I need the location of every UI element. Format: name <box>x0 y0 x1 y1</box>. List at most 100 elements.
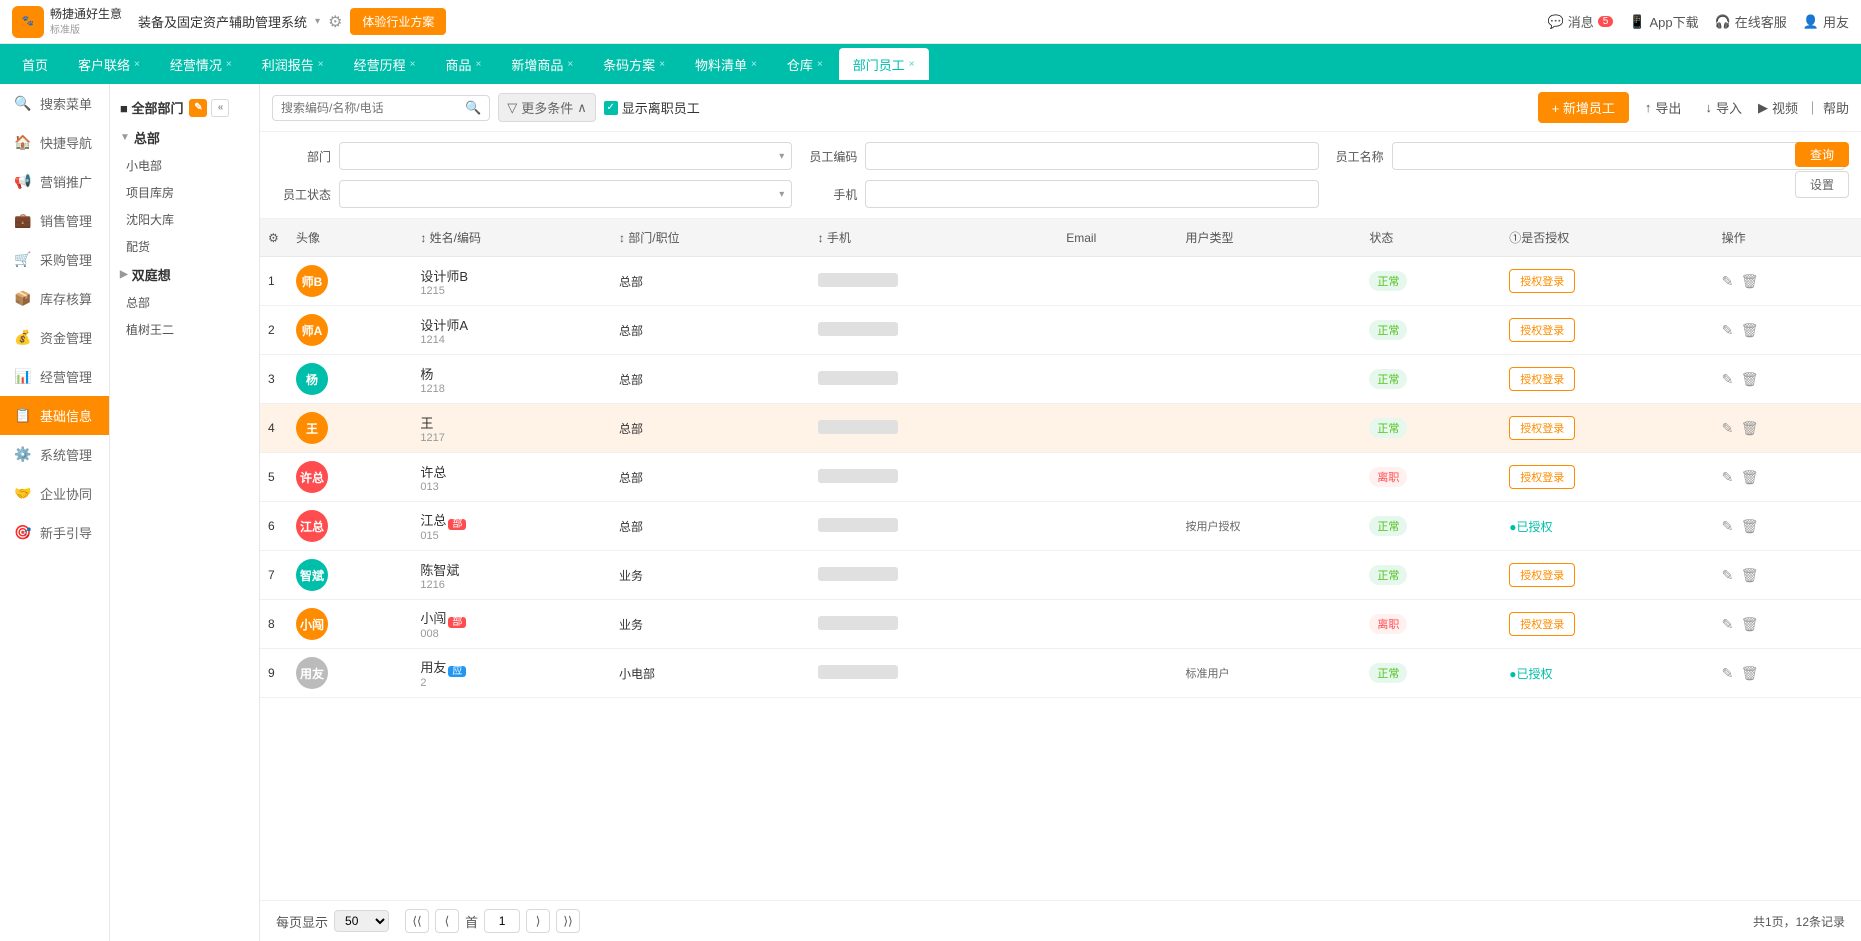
nav-tab-部门员工[interactable]: 部门员工 × <box>839 48 929 80</box>
search-input[interactable] <box>281 101 461 115</box>
dept-item-xiangmukufang[interactable]: 项目库房 <box>110 179 259 206</box>
code-input[interactable] <box>865 142 1318 170</box>
th-phone[interactable]: ↕ 手机 <box>810 219 1059 257</box>
auth-btn[interactable]: 授权登录 <box>1509 563 1575 587</box>
edit-icon[interactable]: ✎ <box>1722 567 1734 583</box>
auth-btn[interactable]: 授权登录 <box>1509 416 1575 440</box>
reset-btn[interactable]: 设置 <box>1795 171 1849 198</box>
tab-close-icon[interactable]: × <box>410 59 416 70</box>
nav-tab-条码方案[interactable]: 条码方案 × <box>589 48 679 80</box>
left-nav-item-marketing[interactable]: 📢营销推广 <box>0 162 109 201</box>
prev-page-btn[interactable]: ⟨ <box>435 909 459 933</box>
left-nav-item-basicinfo[interactable]: 📋基础信息 <box>0 396 109 435</box>
auth-btn[interactable]: 授权登录 <box>1509 269 1575 293</box>
auth-btn[interactable]: 授权登录 <box>1509 318 1575 342</box>
delete-icon[interactable]: 🗑 <box>1741 322 1759 338</box>
left-nav-item-enterprise[interactable]: 🤝企业协同 <box>0 474 109 513</box>
tab-close-icon[interactable]: × <box>817 59 823 70</box>
th-settings[interactable]: ⚙ <box>260 219 288 257</box>
status-select[interactable] <box>339 180 792 208</box>
tab-close-icon[interactable]: × <box>226 59 232 70</box>
edit-icon[interactable]: ✎ <box>1722 420 1734 436</box>
delete-icon[interactable]: 🗑 <box>1741 469 1759 485</box>
delete-icon[interactable]: 🗑 <box>1741 567 1759 583</box>
dept-item-zongbu2[interactable]: 总部 <box>110 289 259 316</box>
dept-item-peihuo[interactable]: 配货 <box>110 233 259 260</box>
nav-tab-经营情况[interactable]: 经营情况 × <box>156 48 246 80</box>
first-page-btn[interactable]: ⟨⟨ <box>405 909 429 933</box>
auth-btn[interactable]: 授权登录 <box>1509 465 1575 489</box>
more-filter-btn[interactable]: ▽ 更多条件 ∧ <box>498 93 596 122</box>
nav-tab-物料清单[interactable]: 物料清单 × <box>681 48 771 80</box>
system-dropdown-icon[interactable]: ▾ <box>315 16 320 27</box>
left-nav-item-quicknav[interactable]: 🏠快捷导航 <box>0 123 109 162</box>
left-nav-item-sales[interactable]: 💼销售管理 <box>0 201 109 240</box>
tab-close-icon[interactable]: × <box>659 59 665 70</box>
settings-icon[interactable]: ⚙ <box>328 12 342 32</box>
tab-close-icon[interactable]: × <box>134 59 140 70</box>
edit-icon[interactable]: ✎ <box>1722 616 1734 632</box>
nav-tab-仓库[interactable]: 仓库 × <box>773 48 837 80</box>
th-dept[interactable]: ↕ 部门/职位 <box>611 219 810 257</box>
last-page-btn[interactable]: ⟩⟩ <box>556 909 580 933</box>
online-service-btn[interactable]: 🎧 在线客服 <box>1715 12 1787 31</box>
auth-btn[interactable]: 授权登录 <box>1509 367 1575 391</box>
app-download-btn[interactable]: 📱 App下载 <box>1629 12 1698 31</box>
trial-btn[interactable]: 体验行业方案 <box>350 8 446 35</box>
name-input[interactable] <box>1392 142 1845 170</box>
edit-icon[interactable]: ✎ <box>1722 273 1734 289</box>
edit-icon[interactable]: ✎ <box>1722 665 1734 681</box>
dept-item-xiaodianbu[interactable]: 小电部 <box>110 152 259 179</box>
th-name[interactable]: ↕ 姓名/编码 <box>412 219 611 257</box>
next-page-btn[interactable]: ⟩ <box>526 909 550 933</box>
left-nav-item-guide[interactable]: 🎯新手引导 <box>0 513 109 552</box>
nav-tab-经营历程[interactable]: 经营历程 × <box>340 48 430 80</box>
dept-collapse-btn[interactable]: « <box>211 99 229 117</box>
messages-btn[interactable]: 💬 消息 5 <box>1548 12 1614 31</box>
add-employee-btn[interactable]: + 新增员工 <box>1538 92 1629 123</box>
dept-edit-icon[interactable]: ✎ <box>189 99 207 117</box>
dept-item-zhishuwanger[interactable]: 植树王二 <box>110 316 259 343</box>
left-nav-item-purchase[interactable]: 🛒采购管理 <box>0 240 109 279</box>
left-nav-item-search[interactable]: 🔍搜索菜单 <box>0 84 109 123</box>
left-nav-item-finance[interactable]: 💰资金管理 <box>0 318 109 357</box>
nav-tab-商品[interactable]: 商品 × <box>431 48 495 80</box>
dept-item-shenyangdaku[interactable]: 沈阳大库 <box>110 206 259 233</box>
delete-icon[interactable]: 🗑 <box>1741 665 1759 681</box>
per-page-select[interactable]: 50 100 200 <box>334 910 389 932</box>
dept-group-shuangtingxiang[interactable]: ▶ 双庭想 <box>110 260 259 289</box>
left-nav-item-system[interactable]: ⚙️系统管理 <box>0 435 109 474</box>
dept-group-zongbu[interactable]: ▼ 总部 <box>110 123 259 152</box>
show-resigned-check[interactable]: ✓ 显示离职员工 <box>604 98 700 117</box>
nav-tab-新增商品[interactable]: 新增商品 × <box>497 48 587 80</box>
page-number-input[interactable] <box>484 909 520 933</box>
delete-icon[interactable]: 🗑 <box>1741 420 1759 436</box>
tab-close-icon[interactable]: × <box>475 59 481 70</box>
view-btn[interactable]: ▶ 视频 <box>1758 98 1798 117</box>
tab-close-icon[interactable]: × <box>751 59 757 70</box>
phone-input[interactable] <box>865 180 1318 208</box>
delete-icon[interactable]: 🗑 <box>1741 371 1759 387</box>
edit-icon[interactable]: ✎ <box>1722 322 1734 338</box>
delete-icon[interactable]: 🗑 <box>1741 616 1759 632</box>
nav-tab-客户联络[interactable]: 客户联络 × <box>64 48 154 80</box>
edit-icon[interactable]: ✎ <box>1722 518 1734 534</box>
user-area[interactable]: 👤 用友 <box>1803 12 1849 31</box>
tab-close-icon[interactable]: × <box>909 59 915 70</box>
edit-icon[interactable]: ✎ <box>1722 469 1734 485</box>
auth-btn[interactable]: 授权登录 <box>1509 612 1575 636</box>
delete-icon[interactable]: 🗑 <box>1741 518 1759 534</box>
left-nav-item-inventory[interactable]: 📦库存核算 <box>0 279 109 318</box>
tab-close-icon[interactable]: × <box>318 59 324 70</box>
nav-tab-利润报告[interactable]: 利润报告 × <box>248 48 338 80</box>
tab-close-icon[interactable]: × <box>567 59 573 70</box>
help-btn[interactable]: ｜ 帮助 <box>1806 98 1849 117</box>
edit-icon[interactable]: ✎ <box>1722 371 1734 387</box>
left-nav-item-operations[interactable]: 📊经营管理 <box>0 357 109 396</box>
export-btn[interactable]: ↑ 导出 <box>1637 94 1690 121</box>
query-btn[interactable]: 查询 <box>1795 142 1849 167</box>
nav-tab-首页[interactable]: 首页 <box>8 48 62 80</box>
dept-select[interactable] <box>339 142 792 170</box>
import-btn[interactable]: ↓ 导入 <box>1697 94 1750 121</box>
delete-icon[interactable]: 🗑 <box>1741 273 1759 289</box>
